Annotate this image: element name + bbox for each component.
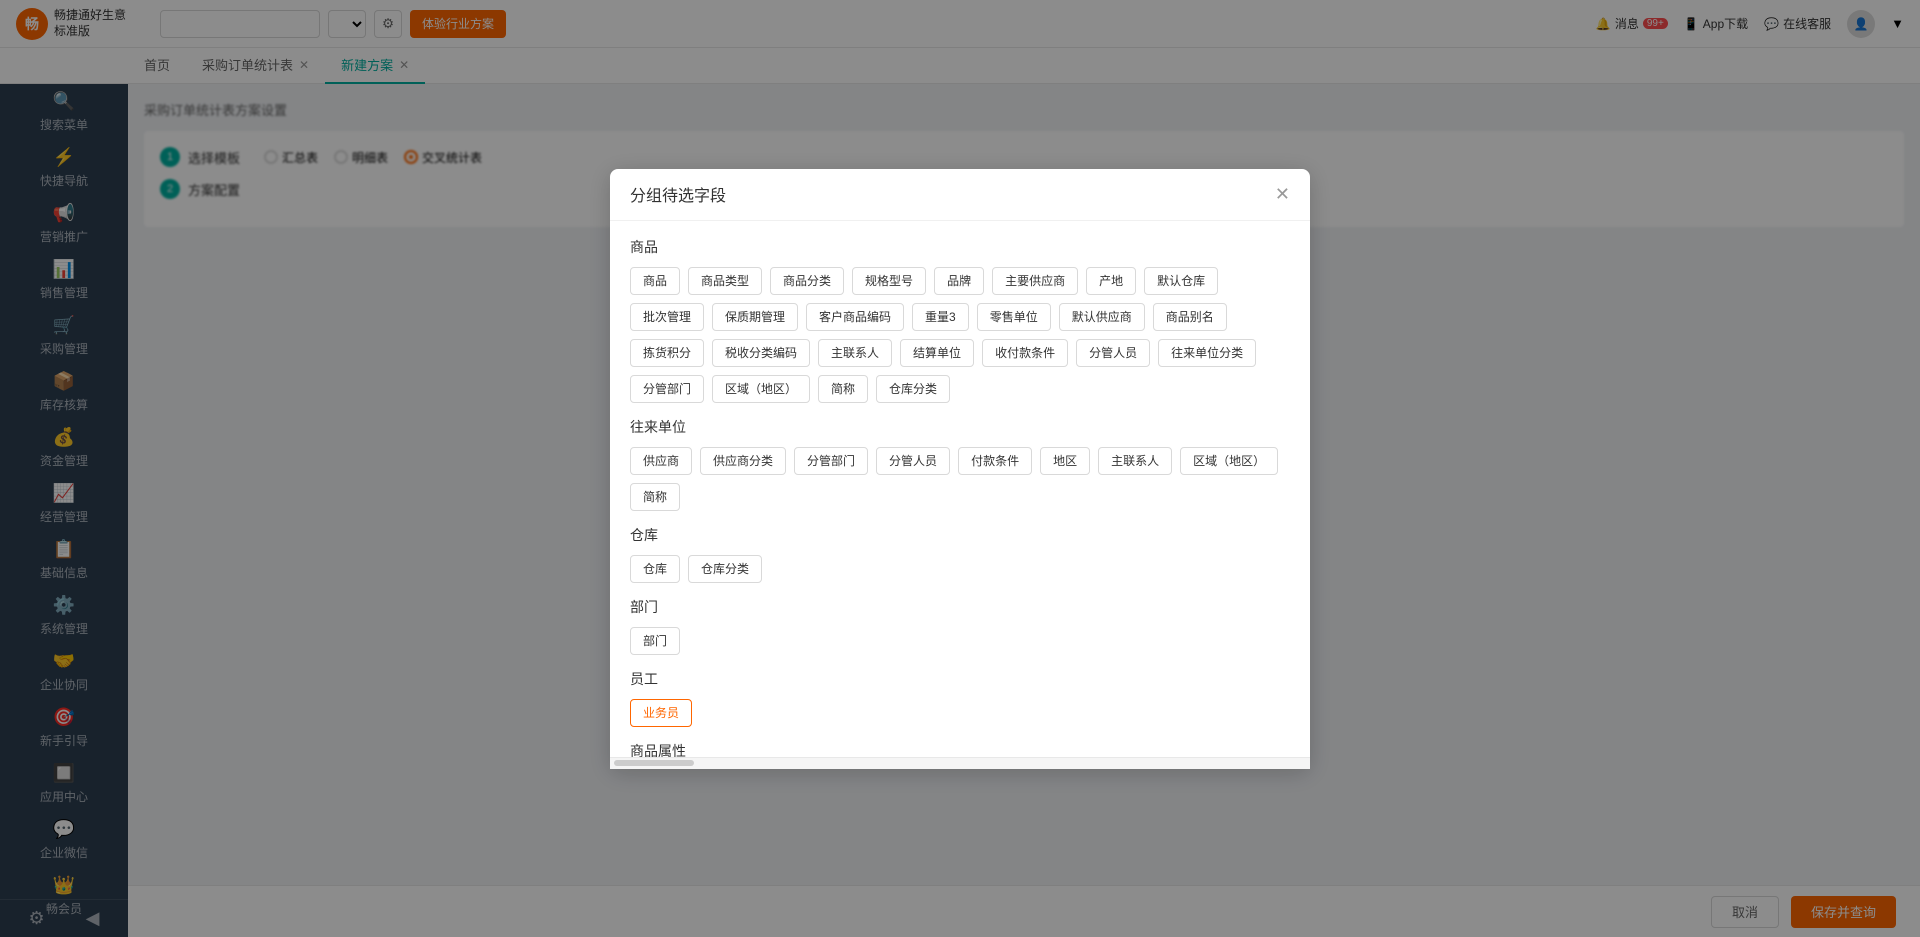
field-tag[interactable]: 往来单位分类 <box>1158 339 1256 367</box>
field-tag[interactable]: 批次管理 <box>630 303 704 331</box>
dialog-hscroll-thumb <box>614 760 694 766</box>
field-tag[interactable]: 商品 <box>630 267 680 295</box>
field-tag[interactable]: 供应商分类 <box>700 447 786 475</box>
field-tag[interactable]: 默认仓库 <box>1144 267 1218 295</box>
section-title-product-attr: 商品属性 <box>630 741 1290 757</box>
field-tag[interactable]: 仓库分类 <box>876 375 950 403</box>
field-tag[interactable]: 部门 <box>630 627 680 655</box>
field-tag[interactable]: 客户商品编码 <box>806 303 904 331</box>
field-tag[interactable]: 分管人员 <box>1076 339 1150 367</box>
field-tag-staff-selected[interactable]: 业务员 <box>630 699 692 727</box>
field-grid-staff: 业务员 <box>630 699 1290 727</box>
dialog-header: 分组待选字段 ✕ <box>610 169 1310 221</box>
field-tag[interactable]: 结算单位 <box>900 339 974 367</box>
field-tag[interactable]: 商品分类 <box>770 267 844 295</box>
dialog-body[interactable]: 商品 商品 商品类型 商品分类 规格型号 品牌 主要供应商 产地 默认仓库 批次… <box>610 221 1310 757</box>
section-title-product: 商品 <box>630 237 1290 257</box>
field-tag[interactable]: 重量3 <box>912 303 969 331</box>
field-grid-warehouse: 仓库 仓库分类 <box>630 555 1290 583</box>
field-grid-dept: 部门 <box>630 627 1290 655</box>
dialog-title: 分组待选字段 <box>630 182 726 206</box>
field-grid-partner: 供应商 供应商分类 分管部门 分管人员 付款条件 地区 主联系人 区域（地区） … <box>630 447 1290 511</box>
dialog-overlay: 分组待选字段 ✕ 商品 商品 商品类型 商品分类 规格型号 品牌 主要供应商 产… <box>0 0 1920 937</box>
section-title-dept: 部门 <box>630 597 1290 617</box>
field-tag[interactable]: 商品类型 <box>688 267 762 295</box>
field-tag[interactable]: 分管人员 <box>876 447 950 475</box>
field-tag[interactable]: 地区 <box>1040 447 1090 475</box>
field-tag[interactable]: 品牌 <box>934 267 984 295</box>
field-tag[interactable]: 规格型号 <box>852 267 926 295</box>
field-grid-product: 商品 商品类型 商品分类 规格型号 品牌 主要供应商 产地 默认仓库 批次管理 … <box>630 267 1290 403</box>
field-tag[interactable]: 主联系人 <box>818 339 892 367</box>
dialog-close-button[interactable]: ✕ <box>1275 184 1290 205</box>
field-tag[interactable]: 默认供应商 <box>1059 303 1145 331</box>
field-tag[interactable]: 区域（地区） <box>712 375 810 403</box>
field-tag[interactable]: 主要供应商 <box>992 267 1078 295</box>
field-tag[interactable]: 零售单位 <box>977 303 1051 331</box>
field-tag[interactable]: 收付款条件 <box>982 339 1068 367</box>
field-tag[interactable]: 仓库分类 <box>688 555 762 583</box>
field-tag[interactable]: 拣货积分 <box>630 339 704 367</box>
field-tag[interactable]: 分管部门 <box>630 375 704 403</box>
dialog-horizontal-scrollbar[interactable] <box>610 757 1310 769</box>
field-tag[interactable]: 区域（地区） <box>1180 447 1278 475</box>
field-tag[interactable]: 付款条件 <box>958 447 1032 475</box>
field-tag[interactable]: 产地 <box>1086 267 1136 295</box>
field-tag[interactable]: 简称 <box>818 375 868 403</box>
section-title-warehouse: 仓库 <box>630 525 1290 545</box>
dialog: 分组待选字段 ✕ 商品 商品 商品类型 商品分类 规格型号 品牌 主要供应商 产… <box>610 169 1310 769</box>
section-title-staff: 员工 <box>630 669 1290 689</box>
section-title-partner: 往来单位 <box>630 417 1290 437</box>
field-tag[interactable]: 保质期管理 <box>712 303 798 331</box>
field-tag[interactable]: 分管部门 <box>794 447 868 475</box>
field-tag[interactable]: 仓库 <box>630 555 680 583</box>
field-tag[interactable]: 供应商 <box>630 447 692 475</box>
field-tag[interactable]: 简称 <box>630 483 680 511</box>
field-tag[interactable]: 税收分类编码 <box>712 339 810 367</box>
field-tag[interactable]: 主联系人 <box>1098 447 1172 475</box>
field-tag[interactable]: 商品别名 <box>1153 303 1227 331</box>
